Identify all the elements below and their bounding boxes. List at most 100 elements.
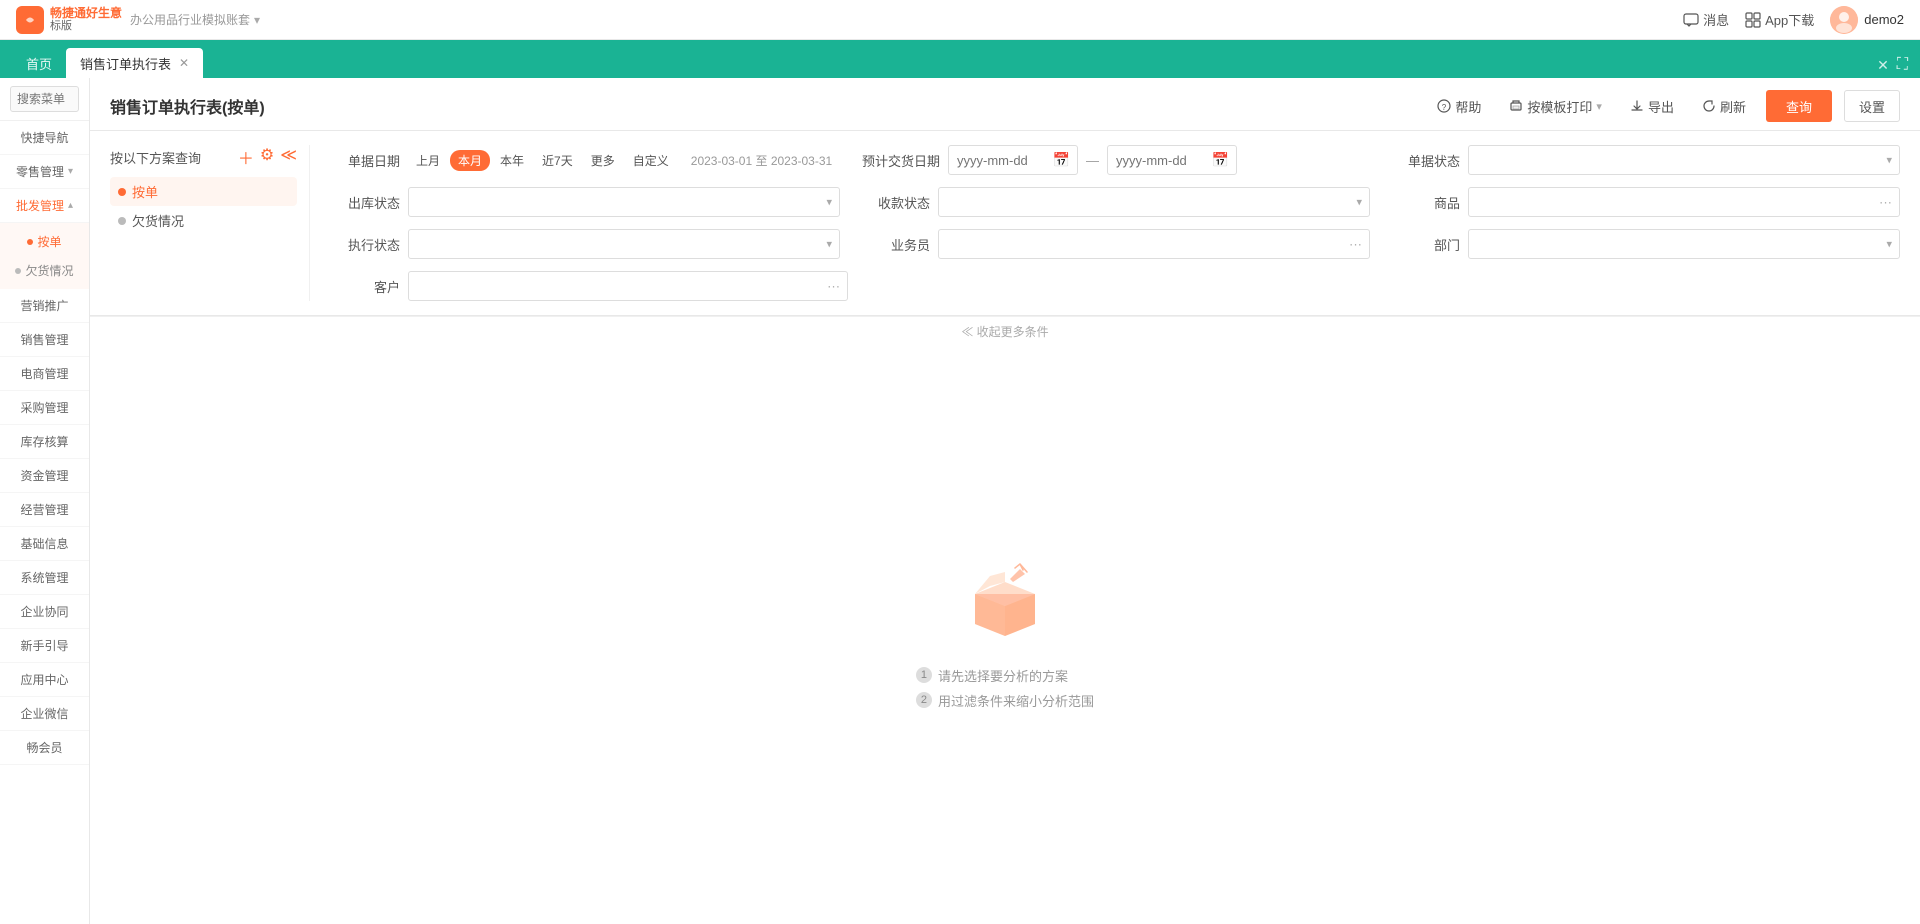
sidebar-item-app-center[interactable]: 应用中心 xyxy=(0,663,89,697)
query-button[interactable]: 查询 xyxy=(1766,90,1832,122)
scheme-collapse-button[interactable]: ≪ xyxy=(280,145,297,169)
refresh-icon xyxy=(1702,99,1716,113)
date-separator: — xyxy=(1086,153,1099,168)
goods-input[interactable] xyxy=(1468,187,1900,217)
sidebar-item-basic-info[interactable]: 基础信息 xyxy=(0,527,89,561)
doc-status-select[interactable] xyxy=(1468,145,1900,175)
expected-date-start-wrapper: 📅 xyxy=(948,145,1078,175)
out-status-field: 出库状态 ▾ xyxy=(330,187,840,217)
collect-status-field: 收款状态 ▾ xyxy=(860,187,1370,217)
sidebar-item-collab[interactable]: 企业协同 xyxy=(0,595,89,629)
salesperson-label: 业务员 xyxy=(860,235,930,254)
salesperson-input-wrapper: ··· xyxy=(938,229,1370,259)
goods-input-wrapper: ··· xyxy=(1468,187,1900,217)
customer-input[interactable] xyxy=(408,271,848,301)
date-tab-custom[interactable]: 自定义 xyxy=(625,150,677,171)
sidebar-item-operations[interactable]: 经营管理 xyxy=(0,493,89,527)
filter-row-2: 出库状态 ▾ 收款状态 xyxy=(330,187,1900,217)
date-tab-this-year[interactable]: 本年 xyxy=(492,150,532,171)
sidebar-item-retail[interactable]: 零售管理 ▾ xyxy=(0,155,89,189)
sidebar-search-area xyxy=(0,78,89,121)
refresh-button[interactable]: 刷新 xyxy=(1694,93,1754,120)
export-icon xyxy=(1630,99,1644,113)
scheme-item-by-order[interactable]: 按单 xyxy=(110,177,297,206)
dept-select[interactable] xyxy=(1468,229,1900,259)
message-icon xyxy=(1683,12,1699,28)
content-area: 销售订单执行表(按单) ? 帮助 按模板打印 ▾ 导出 刷新 xyxy=(90,78,1920,924)
app-download-button[interactable]: App下载 xyxy=(1745,10,1814,29)
expected-date-start-input[interactable] xyxy=(948,145,1078,175)
tab-close-button[interactable]: ✕ xyxy=(179,56,189,70)
help-icon: ? xyxy=(1437,99,1451,113)
collect-status-select-wrapper: ▾ xyxy=(938,187,1370,217)
tab-close-all-button[interactable]: ✕ xyxy=(1877,57,1889,74)
sidebar-item-wechat[interactable]: 企业微信 xyxy=(0,697,89,731)
doc-status-label: 单据状态 xyxy=(1390,151,1460,170)
help-label: 帮助 xyxy=(1455,97,1481,116)
salesperson-input[interactable] xyxy=(938,229,1370,259)
sidebar-item-system[interactable]: 系统管理 xyxy=(0,561,89,595)
sidebar-item-inventory[interactable]: 库存核算 xyxy=(0,425,89,459)
tab-home-label: 首页 xyxy=(26,54,52,73)
wholesale-expand-arrow: ▴ xyxy=(68,200,73,211)
sidebar-item-finance[interactable]: 资金管理 xyxy=(0,459,89,493)
exec-status-select[interactable] xyxy=(408,229,840,259)
out-status-select[interactable] xyxy=(408,187,840,217)
date-tab-more[interactable]: 更多 xyxy=(583,150,623,171)
sub-dot-inactive xyxy=(15,268,21,274)
goods-field: 商品 ··· xyxy=(1390,187,1900,217)
settings-button[interactable]: 设置 xyxy=(1844,90,1900,122)
scheme-item-backorder[interactable]: 欠货情况 xyxy=(110,206,297,235)
filter-row-1: 单据日期 上月 本月 本年 近7天 更多 自定义 2023-03-01 至 20… xyxy=(330,145,1900,175)
tab-fullscreen-button[interactable]: ⛶ xyxy=(1897,56,1908,74)
app-download-label: App下载 xyxy=(1765,10,1814,29)
search-input[interactable] xyxy=(10,86,79,112)
tab-sales-exec[interactable]: 销售订单执行表 ✕ xyxy=(66,48,203,78)
collapse-arrow: ≪ xyxy=(961,325,976,339)
date-tab-last-month[interactable]: 上月 xyxy=(408,150,448,171)
page-header: 销售订单执行表(按单) ? 帮助 按模板打印 ▾ 导出 刷新 xyxy=(90,78,1920,131)
scheme-add-button[interactable]: ＋ xyxy=(238,145,254,169)
sidebar-item-purchase[interactable]: 采购管理 xyxy=(0,391,89,425)
doc-date-field: 单据日期 上月 本月 本年 近7天 更多 自定义 2023-03-01 至 20… xyxy=(330,150,840,171)
username-label: demo2 xyxy=(1864,12,1904,27)
dept-select-wrapper: ▾ xyxy=(1468,229,1900,259)
sidebar-item-member[interactable]: 畅会员 xyxy=(0,731,89,765)
sidebar-item-newcomer[interactable]: 新手引导 xyxy=(0,629,89,663)
header-left: 畅捷通好生意 标版 办公用品行业模拟账套 ▾ xyxy=(16,6,260,34)
breadcrumb-arrow[interactable]: ▾ xyxy=(254,13,260,27)
export-button[interactable]: 导出 xyxy=(1622,93,1682,120)
customer-field: 客户 ··· xyxy=(330,271,848,301)
filter-fields: 单据日期 上月 本月 本年 近7天 更多 自定义 2023-03-01 至 20… xyxy=(310,145,1900,301)
scheme-settings-button[interactable]: ⚙ xyxy=(260,145,274,169)
expected-date-end-input[interactable] xyxy=(1107,145,1237,175)
expected-date-label: 预计交货日期 xyxy=(860,151,940,170)
collapse-row[interactable]: ≪ 收起更多条件 xyxy=(90,316,1920,346)
breadcrumb-text: 办公用品行业模拟账套 xyxy=(130,11,250,28)
doc-status-select-wrapper: ▾ xyxy=(1468,145,1900,175)
sidebar-sub-item-backorder[interactable]: 欠货情况 xyxy=(0,256,89,285)
out-status-label: 出库状态 xyxy=(330,193,400,212)
retail-expand-arrow: ▾ xyxy=(68,166,73,177)
user-area[interactable]: demo2 xyxy=(1830,6,1904,34)
sidebar-sub-item-by-order[interactable]: 按单 xyxy=(0,227,89,256)
message-button[interactable]: 消息 xyxy=(1683,10,1729,29)
scheme-actions: ＋ ⚙ ≪ xyxy=(238,145,297,169)
date-tab-this-month[interactable]: 本月 xyxy=(450,150,490,171)
svg-text:?: ? xyxy=(1442,103,1447,112)
sidebar-item-quick-nav[interactable]: 快捷导航 xyxy=(0,121,89,155)
print-icon xyxy=(1509,99,1523,113)
sub-dot-active xyxy=(27,239,33,245)
sidebar-item-ecommerce[interactable]: 电商管理 xyxy=(0,357,89,391)
sidebar-item-sales[interactable]: 销售管理 xyxy=(0,323,89,357)
sidebar-item-marketing[interactable]: 营销推广 xyxy=(0,289,89,323)
message-label: 消息 xyxy=(1703,10,1729,29)
help-button[interactable]: ? 帮助 xyxy=(1429,93,1489,120)
date-tab-7days[interactable]: 近7天 xyxy=(534,150,581,171)
tab-home[interactable]: 首页 xyxy=(12,48,66,78)
print-button[interactable]: 按模板打印 ▾ xyxy=(1501,93,1610,120)
sidebar-item-wholesale[interactable]: 批发管理 ▴ xyxy=(0,189,89,223)
collect-status-select[interactable] xyxy=(938,187,1370,217)
scheme-selector: 按以下方案查询 ＋ ⚙ ≪ 按单 欠货情况 xyxy=(110,145,310,301)
logo-line2: 标版 xyxy=(50,20,122,33)
